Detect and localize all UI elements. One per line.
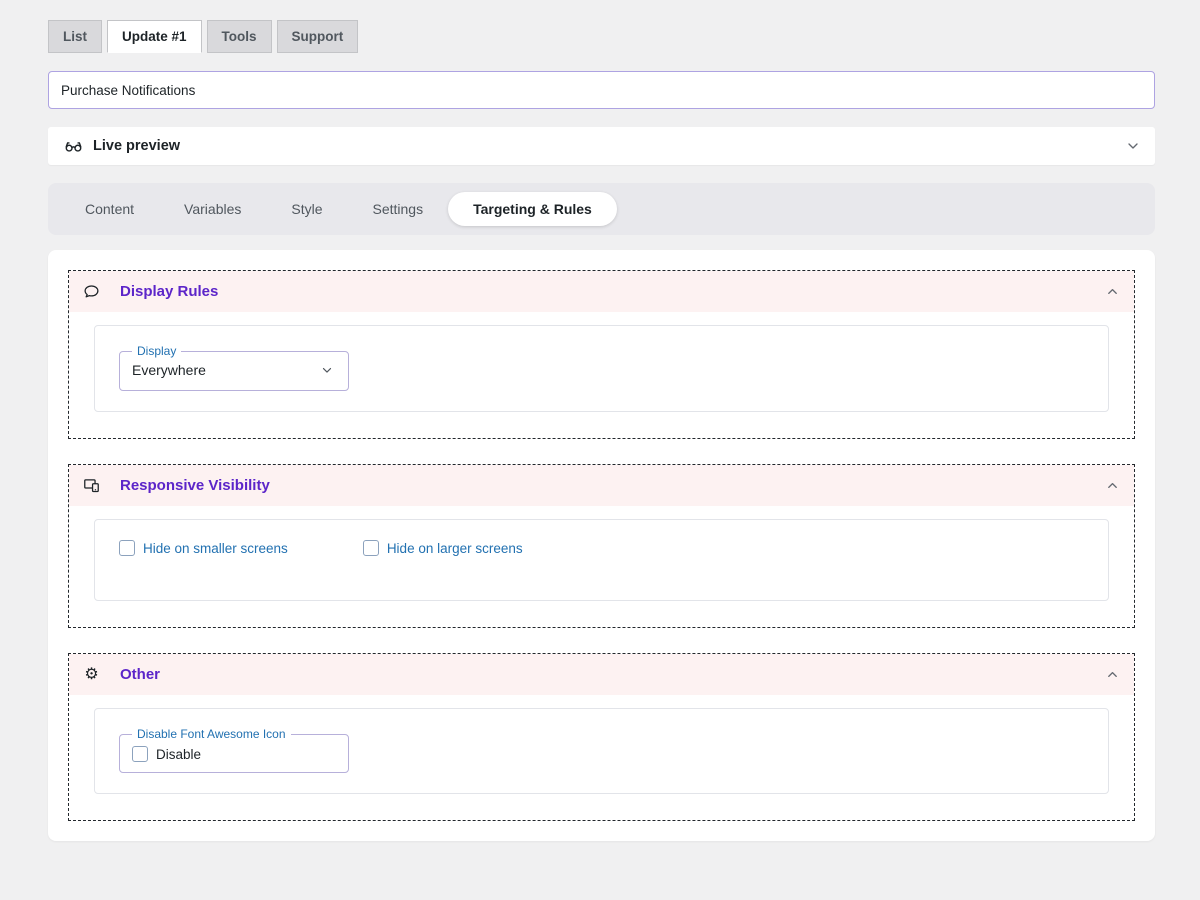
display-rules-body: Display Everywhere <box>69 312 1134 438</box>
display-field-label: Display <box>137 344 177 358</box>
hide-larger-screens-option[interactable]: Hide on larger screens <box>362 540 523 556</box>
hide-smaller-screens-option[interactable]: Hide on smaller screens <box>119 540 288 556</box>
display-rules-header[interactable]: Display Rules <box>69 271 1134 312</box>
hide-larger-screens-checkbox[interactable] <box>362 540 379 556</box>
tab-style[interactable]: Style <box>266 192 347 226</box>
other-title: Other <box>120 666 161 683</box>
chevron-up-icon[interactable] <box>1105 478 1120 493</box>
other-header[interactable]: ⚙ Other <box>69 654 1134 695</box>
display-rules-box: Display Everywhere <box>94 325 1109 412</box>
section-responsive-visibility: Responsive Visibility Hide on smaller sc… <box>68 464 1135 628</box>
other-body: Disable Font Awesome Icon Disable <box>69 695 1134 820</box>
nav-tab-list[interactable]: List <box>48 20 103 53</box>
disable-label: Disable <box>156 746 202 762</box>
admin-page: List Update #1 Tools Support Live previe… <box>0 0 1200 881</box>
hide-smaller-screens-label: Hide on smaller screens <box>143 540 288 556</box>
targeting-rules-panel: Display Rules Display Everywhere Respons… <box>48 250 1155 841</box>
glasses-icon <box>64 137 83 156</box>
display-field: Display Everywhere <box>119 344 349 391</box>
responsive-visibility-header[interactable]: Responsive Visibility <box>69 465 1134 506</box>
live-preview-toggle[interactable]: Live preview <box>48 127 1155 165</box>
gear-icon: ⚙ <box>84 665 99 683</box>
display-select[interactable]: Everywhere <box>128 360 340 382</box>
tab-variables[interactable]: Variables <box>159 192 266 226</box>
comment-icon <box>83 283 100 300</box>
nav-tabs: List Update #1 Tools Support <box>48 20 1155 53</box>
hide-larger-screens-label: Hide on larger screens <box>386 540 523 556</box>
section-display-rules: Display Rules Display Everywhere <box>68 270 1135 439</box>
disable-font-awesome-label: Disable Font Awesome Icon <box>137 727 286 741</box>
notification-title-input[interactable] <box>48 71 1155 109</box>
tab-targeting-rules[interactable]: Targeting & Rules <box>448 192 617 226</box>
responsive-checkbox-row: Hide on smaller screens Hide on larger s… <box>119 538 1084 556</box>
nav-tab-support[interactable]: Support <box>276 20 359 53</box>
responsive-visibility-box: Hide on smaller screens Hide on larger s… <box>94 519 1109 601</box>
hide-smaller-screens-checkbox[interactable] <box>119 540 135 556</box>
live-preview-label: Live preview <box>93 138 181 154</box>
disable-font-awesome-field: Disable Font Awesome Icon Disable <box>119 727 349 773</box>
disable-checkbox[interactable] <box>132 746 148 762</box>
responsive-devices-icon <box>83 477 100 494</box>
other-box: Disable Font Awesome Icon Disable <box>94 708 1109 794</box>
responsive-visibility-body: Hide on smaller screens Hide on larger s… <box>69 506 1134 627</box>
settings-tab-bar: Content Variables Style Settings Targeti… <box>48 183 1155 235</box>
section-other: ⚙ Other Disable Font Awesome Icon Disabl… <box>68 653 1135 821</box>
chevron-up-icon[interactable] <box>1105 284 1120 299</box>
responsive-visibility-title: Responsive Visibility <box>120 477 270 494</box>
tab-content[interactable]: Content <box>60 192 159 226</box>
nav-tab-update[interactable]: Update #1 <box>107 20 202 53</box>
display-rules-title: Display Rules <box>120 283 219 300</box>
chevron-down-icon[interactable] <box>1111 127 1155 165</box>
tab-settings[interactable]: Settings <box>348 192 449 226</box>
disable-option[interactable]: Disable <box>132 746 201 762</box>
nav-tab-tools[interactable]: Tools <box>206 20 272 53</box>
chevron-up-icon[interactable] <box>1105 667 1120 682</box>
